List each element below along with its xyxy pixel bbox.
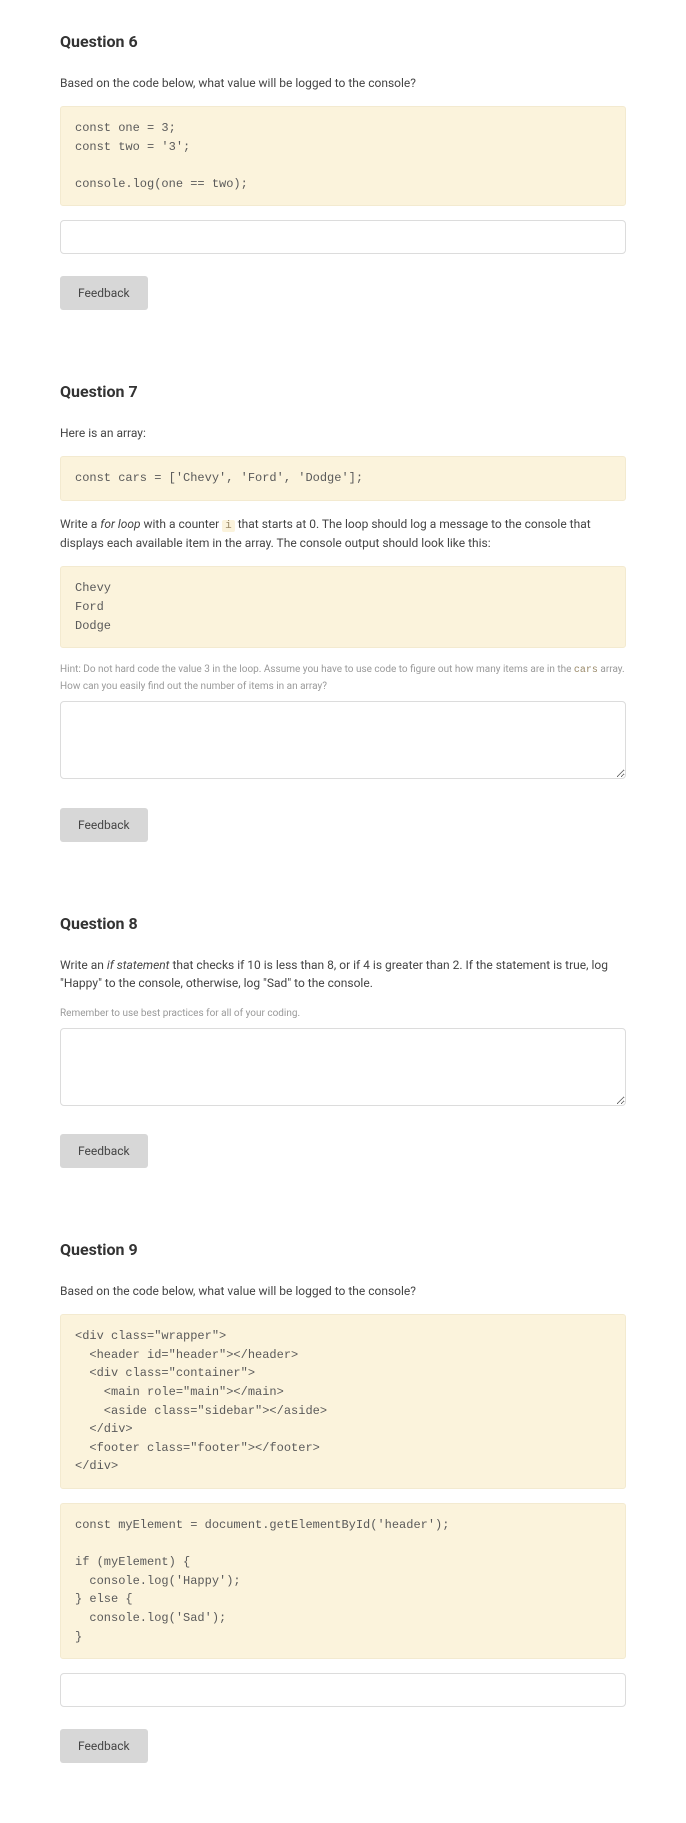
question-8-feedback-button[interactable]: Feedback	[60, 1134, 148, 1168]
question-8: Question 8 Write an if statement that ch…	[60, 912, 626, 1169]
question-6: Question 6 Based on the code below, what…	[60, 30, 626, 310]
question-7-feedback-button[interactable]: Feedback	[60, 808, 148, 842]
question-8-title: Question 8	[60, 912, 626, 936]
question-8-answer-textarea[interactable]	[60, 1028, 626, 1106]
question-7-code2: Chevy Ford Dodge	[60, 566, 626, 648]
q7-hint-mono: cars	[574, 665, 598, 676]
question-7-hint: Hint: Do not hard code the value 3 in th…	[60, 662, 626, 695]
question-7-prompt: Write a for loop with a counter i that s…	[60, 515, 626, 553]
question-8-hint: Remember to use best practices for all o…	[60, 1006, 626, 1022]
question-9-code2: const myElement = document.getElementByI…	[60, 1503, 626, 1659]
question-6-feedback-button[interactable]: Feedback	[60, 276, 148, 310]
question-9-answer-input[interactable]	[60, 1673, 626, 1707]
q8-prompt-pre: Write an	[60, 958, 107, 972]
question-7-code1: const cars = ['Chevy', 'Ford', 'Dodge'];	[60, 456, 626, 501]
question-6-code: const one = 3; const two = '3'; console.…	[60, 106, 626, 206]
question-6-title: Question 6	[60, 30, 626, 54]
question-9-prompt: Based on the code below, what value will…	[60, 1282, 626, 1300]
q8-prompt-em: if statement	[107, 958, 170, 972]
question-7-title: Question 7	[60, 380, 626, 404]
question-9-code1: <div class="wrapper"> <header id="header…	[60, 1314, 626, 1489]
q7-prompt-mono: i	[222, 520, 235, 532]
question-9: Question 9 Based on the code below, what…	[60, 1238, 626, 1763]
question-8-prompt: Write an if statement that checks if 10 …	[60, 956, 626, 992]
question-7-intro: Here is an array:	[60, 424, 626, 442]
question-6-prompt: Based on the code below, what value will…	[60, 74, 626, 92]
question-6-answer-input[interactable]	[60, 220, 626, 254]
question-9-title: Question 9	[60, 1238, 626, 1262]
question-7: Question 7 Here is an array: const cars …	[60, 380, 626, 841]
question-9-feedback-button[interactable]: Feedback	[60, 1729, 148, 1763]
q7-prompt-em1: for loop	[100, 517, 140, 531]
q7-hint-pre: Hint: Do not hard code the value 3 in th…	[60, 664, 574, 675]
question-7-answer-textarea[interactable]	[60, 701, 626, 779]
q7-prompt-pre: Write a	[60, 517, 100, 531]
q7-prompt-mid1: with a counter	[141, 517, 223, 531]
